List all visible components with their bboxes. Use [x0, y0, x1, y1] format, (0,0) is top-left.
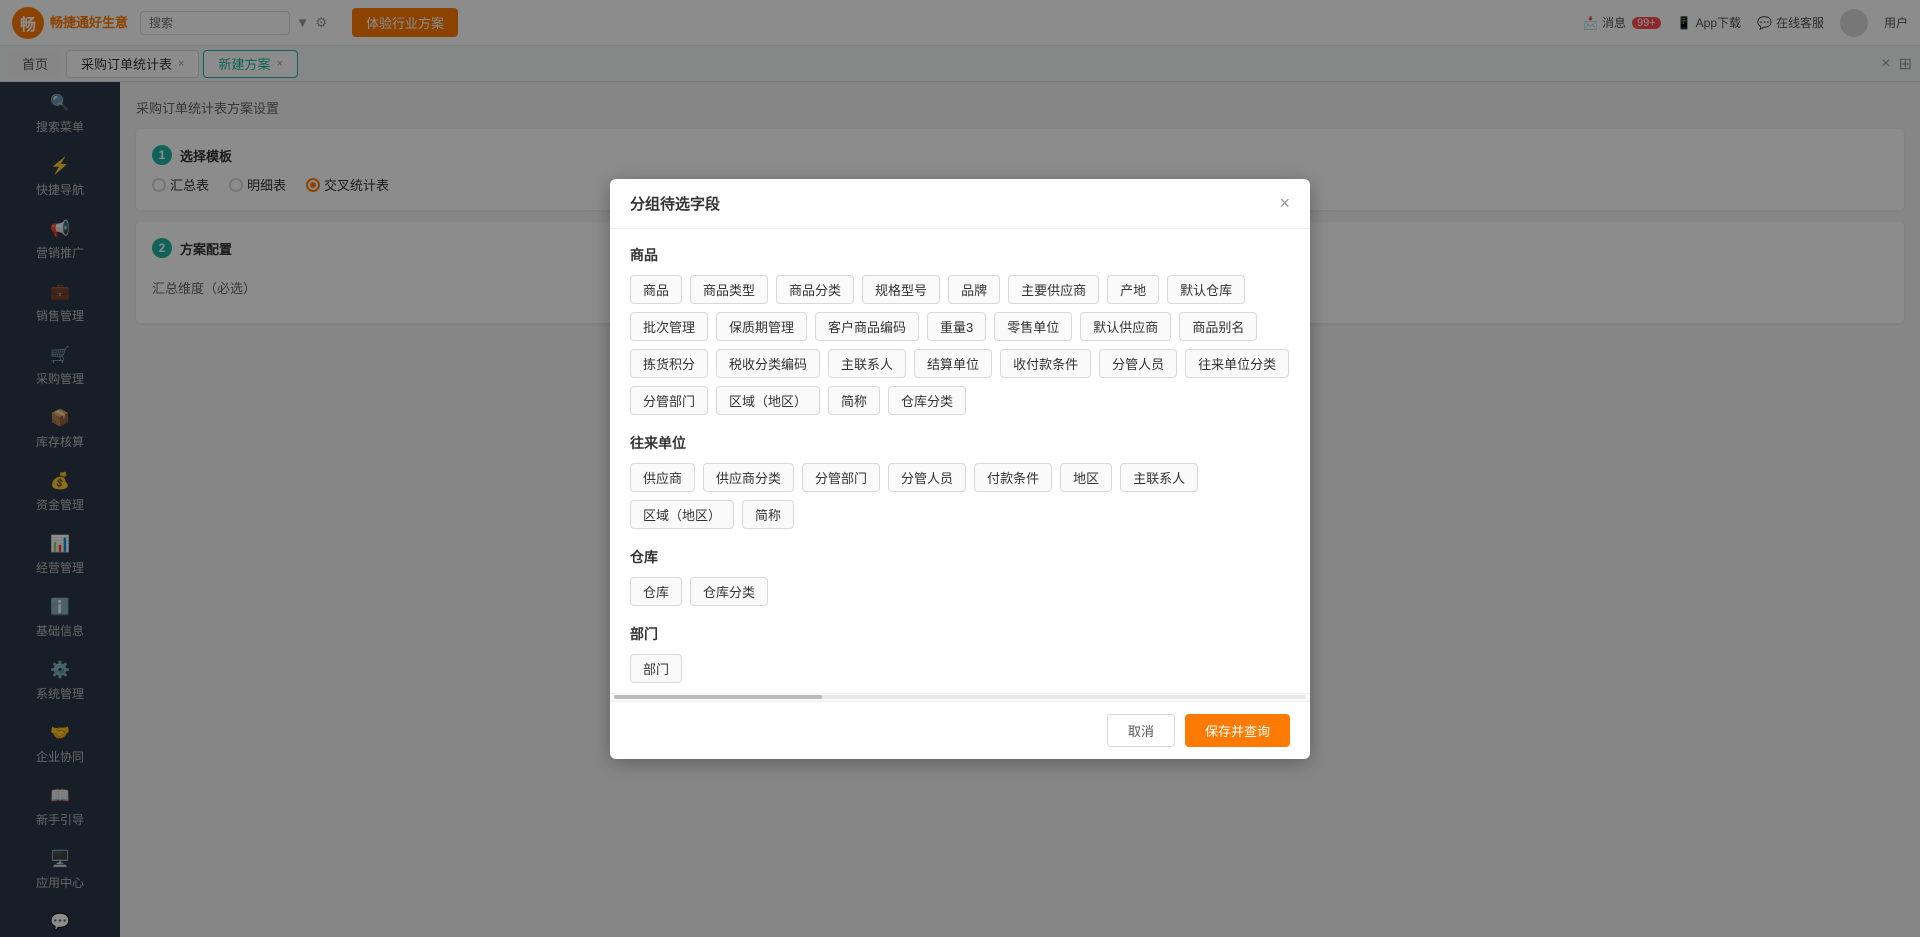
field-tag-0-15[interactable]: 拣货积分 [630, 349, 708, 378]
field-tag-0-22[interactable]: 分管部门 [630, 386, 708, 415]
field-tag-0-0[interactable]: 商品 [630, 275, 682, 304]
field-tag-3-0[interactable]: 部门 [630, 654, 682, 683]
field-tag-1-2[interactable]: 分管部门 [802, 463, 880, 492]
field-tag-0-10[interactable]: 客户商品编码 [815, 312, 919, 341]
field-tag-0-20[interactable]: 分管人员 [1099, 349, 1177, 378]
cancel-button[interactable]: 取消 [1107, 714, 1175, 747]
modal-body: 商品商品商品类型商品分类规格型号品牌主要供应商产地默认仓库批次管理保质期管理客户… [610, 229, 1310, 694]
section-title-3: 部门 [630, 624, 1290, 644]
field-tag-0-14[interactable]: 商品别名 [1179, 312, 1257, 341]
modal-header: 分组待选字段 × [610, 179, 1310, 229]
field-tag-0-13[interactable]: 默认供应商 [1080, 312, 1171, 341]
field-tag-0-8[interactable]: 批次管理 [630, 312, 708, 341]
field-tag-0-11[interactable]: 重量3 [927, 312, 986, 341]
modal-hscroll[interactable] [610, 693, 1310, 700]
modal-title: 分组待选字段 [630, 193, 720, 214]
field-section-2: 仓库仓库仓库分类 [630, 547, 1290, 606]
modal: 分组待选字段 × 商品商品商品类型商品分类规格型号品牌主要供应商产地默认仓库批次… [610, 179, 1310, 759]
field-tag-1-1[interactable]: 供应商分类 [703, 463, 794, 492]
field-tag-0-9[interactable]: 保质期管理 [716, 312, 807, 341]
field-tag-1-5[interactable]: 地区 [1060, 463, 1112, 492]
field-tag-0-25[interactable]: 仓库分类 [888, 386, 966, 415]
field-tag-0-23[interactable]: 区域（地区） [716, 386, 820, 415]
modal-footer: 取消 保存并查询 [610, 701, 1310, 759]
confirm-button[interactable]: 保存并查询 [1185, 714, 1290, 747]
modal-close-btn[interactable]: × [1279, 193, 1290, 214]
modal-overlay[interactable]: 分组待选字段 × 商品商品商品类型商品分类规格型号品牌主要供应商产地默认仓库批次… [0, 0, 1920, 937]
field-tags-2: 仓库仓库分类 [630, 577, 1290, 606]
field-tag-1-3[interactable]: 分管人员 [888, 463, 966, 492]
field-tag-0-17[interactable]: 主联系人 [828, 349, 906, 378]
field-tags-1: 供应商供应商分类分管部门分管人员付款条件地区主联系人区域（地区） 简称 [630, 463, 1290, 529]
field-tag-0-21[interactable]: 往来单位分类 [1185, 349, 1289, 378]
field-tag-0-5[interactable]: 主要供应商 [1008, 275, 1099, 304]
field-tags-0: 商品商品类型商品分类规格型号品牌主要供应商产地默认仓库批次管理保质期管理客户商品… [630, 275, 1290, 415]
field-tag-1-7[interactable]: 区域（地区） [630, 500, 734, 529]
field-tag-0-4[interactable]: 品牌 [948, 275, 1000, 304]
field-tag-0-19[interactable]: 收付款条件 [1000, 349, 1091, 378]
section-title-2: 仓库 [630, 547, 1290, 567]
field-tag-1-0[interactable]: 供应商 [630, 463, 695, 492]
field-tag-1-4[interactable]: 付款条件 [974, 463, 1052, 492]
field-tag-2-1[interactable]: 仓库分类 [690, 577, 768, 606]
field-tag-0-2[interactable]: 商品分类 [776, 275, 854, 304]
field-tag-1-8[interactable]: 简称 [742, 500, 794, 529]
field-tag-0-12[interactable]: 零售单位 [994, 312, 1072, 341]
field-tag-0-7[interactable]: 默认仓库 [1167, 275, 1245, 304]
field-tag-2-0[interactable]: 仓库 [630, 577, 682, 606]
section-title-1: 往来单位 [630, 433, 1290, 453]
field-tag-0-3[interactable]: 规格型号 [862, 275, 940, 304]
field-tag-0-1[interactable]: 商品类型 [690, 275, 768, 304]
field-tag-0-18[interactable]: 结算单位 [914, 349, 992, 378]
field-tag-0-24[interactable]: 简称 [828, 386, 880, 415]
section-title-0: 商品 [630, 245, 1290, 265]
field-section-3: 部门部门 [630, 624, 1290, 683]
field-tag-1-6[interactable]: 主联系人 [1120, 463, 1198, 492]
field-tag-0-6[interactable]: 产地 [1107, 275, 1159, 304]
field-section-0: 商品商品商品类型商品分类规格型号品牌主要供应商产地默认仓库批次管理保质期管理客户… [630, 245, 1290, 415]
field-tags-3: 部门 [630, 654, 1290, 683]
field-tag-0-16[interactable]: 税收分类编码 [716, 349, 820, 378]
field-section-1: 往来单位供应商供应商分类分管部门分管人员付款条件地区主联系人区域（地区） 简称 [630, 433, 1290, 529]
